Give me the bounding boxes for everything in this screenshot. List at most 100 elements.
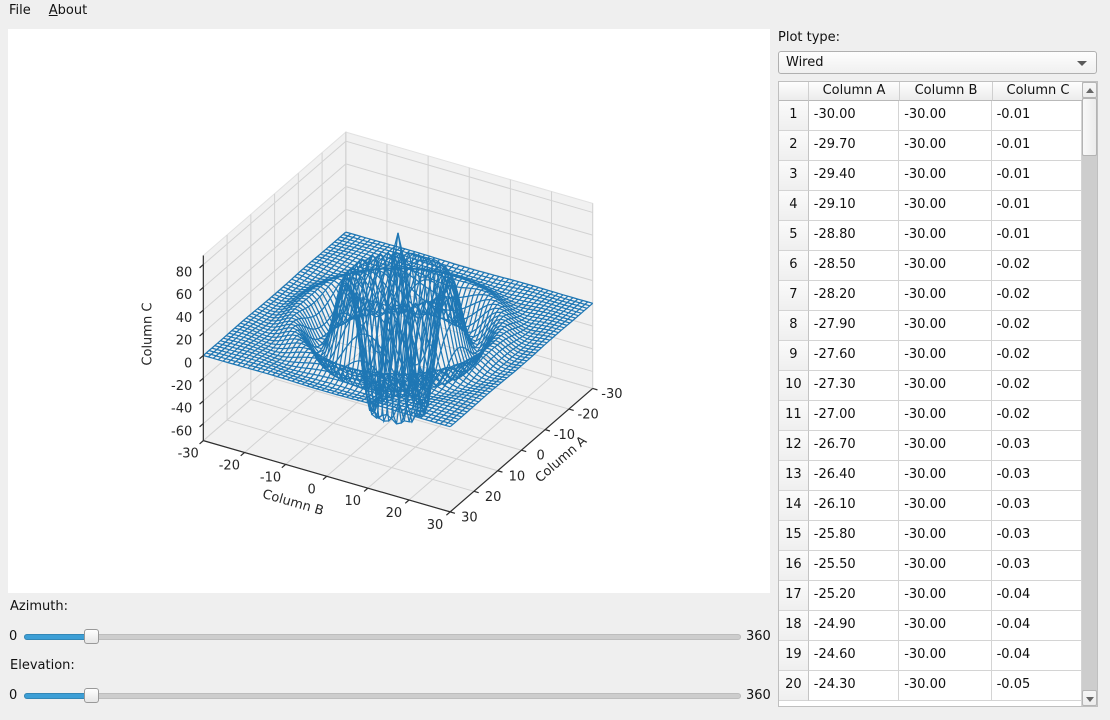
cell-column-a[interactable]: -27.00 xyxy=(809,401,899,431)
row-number[interactable]: 8 xyxy=(779,311,809,341)
row-number[interactable]: 2 xyxy=(779,131,809,161)
cell-column-b[interactable]: -30.00 xyxy=(899,311,991,341)
cell-column-b[interactable]: -30.00 xyxy=(899,131,991,161)
row-number[interactable]: 20 xyxy=(779,671,809,701)
cell-column-b[interactable]: -30.00 xyxy=(899,401,991,431)
cell-column-a[interactable]: -25.80 xyxy=(809,521,899,551)
cell-column-c[interactable]: -0.02 xyxy=(992,341,1082,371)
row-number[interactable]: 4 xyxy=(779,191,809,221)
cell-column-a[interactable]: -29.40 xyxy=(809,161,899,191)
row-number[interactable]: 15 xyxy=(779,521,809,551)
cell-column-b[interactable]: -30.00 xyxy=(899,461,991,491)
cell-column-c[interactable]: -0.03 xyxy=(992,461,1082,491)
table-row: 6-28.50-30.00-0.02 xyxy=(779,251,1082,281)
cell-column-b[interactable]: -30.00 xyxy=(899,521,991,551)
cell-column-c[interactable]: -0.01 xyxy=(992,101,1082,131)
scrollbar-thumb[interactable] xyxy=(1082,98,1097,156)
row-number[interactable]: 9 xyxy=(779,341,809,371)
cell-column-b[interactable]: -30.00 xyxy=(899,341,991,371)
cell-column-b[interactable]: -30.00 xyxy=(899,221,991,251)
row-number[interactable]: 14 xyxy=(779,491,809,521)
row-number[interactable]: 6 xyxy=(779,251,809,281)
cell-column-b[interactable]: -30.00 xyxy=(899,281,991,311)
cell-column-a[interactable]: -28.80 xyxy=(809,221,899,251)
cell-column-b[interactable]: -30.00 xyxy=(899,611,991,641)
cell-column-a[interactable]: -24.90 xyxy=(809,611,899,641)
menu-about[interactable]: About xyxy=(40,1,96,20)
cell-column-b[interactable]: -30.00 xyxy=(899,641,991,671)
row-number[interactable]: 7 xyxy=(779,281,809,311)
menu-file[interactable]: File xyxy=(0,1,40,20)
cell-column-a[interactable]: -27.60 xyxy=(809,341,899,371)
cell-column-c[interactable]: -0.01 xyxy=(992,131,1082,161)
cell-column-b[interactable]: -30.00 xyxy=(899,431,991,461)
row-number[interactable]: 17 xyxy=(779,581,809,611)
cell-column-c[interactable]: -0.03 xyxy=(992,551,1082,581)
row-number[interactable]: 1 xyxy=(779,101,809,131)
cell-column-c[interactable]: -0.05 xyxy=(992,671,1082,701)
cell-column-b[interactable]: -30.00 xyxy=(899,491,991,521)
row-number[interactable]: 11 xyxy=(779,401,809,431)
azimuth-slider[interactable] xyxy=(24,629,741,644)
cell-column-b[interactable]: -30.00 xyxy=(899,581,991,611)
table-corner-header[interactable] xyxy=(779,82,809,101)
cell-column-a[interactable]: -29.10 xyxy=(809,191,899,221)
cell-column-a[interactable]: -25.50 xyxy=(809,551,899,581)
cell-column-a[interactable]: -29.70 xyxy=(809,131,899,161)
cell-column-c[interactable]: -0.04 xyxy=(992,641,1082,671)
column-header-column-b[interactable]: Column B xyxy=(900,82,993,101)
cell-column-b[interactable]: -30.00 xyxy=(899,371,991,401)
cell-column-a[interactable]: -30.00 xyxy=(809,101,899,131)
row-number[interactable]: 5 xyxy=(779,221,809,251)
elevation-slider-track[interactable] xyxy=(24,693,741,699)
cell-column-b[interactable]: -30.00 xyxy=(899,191,991,221)
scroll-down-button[interactable] xyxy=(1082,690,1097,706)
cell-column-a[interactable]: -28.50 xyxy=(809,251,899,281)
cell-column-c[interactable]: -0.02 xyxy=(992,371,1082,401)
row-number[interactable]: 3 xyxy=(779,161,809,191)
cell-column-c[interactable]: -0.02 xyxy=(992,311,1082,341)
cell-column-c[interactable]: -0.01 xyxy=(992,161,1082,191)
cell-column-c[interactable]: -0.02 xyxy=(992,401,1082,431)
cell-column-c[interactable]: -0.02 xyxy=(992,281,1082,311)
scroll-up-button[interactable] xyxy=(1082,82,1097,98)
cell-column-b[interactable]: -30.00 xyxy=(899,161,991,191)
cell-column-a[interactable]: -26.70 xyxy=(809,431,899,461)
cell-column-c[interactable]: -0.03 xyxy=(992,491,1082,521)
cell-column-a[interactable]: -25.20 xyxy=(809,581,899,611)
column-header-column-c[interactable]: Column C xyxy=(993,82,1084,101)
cell-column-a[interactable]: -28.20 xyxy=(809,281,899,311)
cell-column-a[interactable]: -24.60 xyxy=(809,641,899,671)
cell-column-c[interactable]: -0.04 xyxy=(992,611,1082,641)
cell-column-a[interactable]: -26.10 xyxy=(809,491,899,521)
cell-column-c[interactable]: -0.03 xyxy=(992,521,1082,551)
cell-column-c[interactable]: -0.01 xyxy=(992,191,1082,221)
elevation-slider[interactable] xyxy=(24,688,741,703)
cell-column-a[interactable]: -26.40 xyxy=(809,461,899,491)
column-header-column-a[interactable]: Column A xyxy=(809,82,900,101)
elevation-slider-handle[interactable] xyxy=(84,688,99,703)
row-number[interactable]: 18 xyxy=(779,611,809,641)
plot-type-combobox[interactable]: Wired xyxy=(778,51,1097,74)
cell-column-c[interactable]: -0.02 xyxy=(992,251,1082,281)
row-number[interactable]: 10 xyxy=(779,371,809,401)
row-number[interactable]: 12 xyxy=(779,431,809,461)
cell-column-c[interactable]: -0.03 xyxy=(992,431,1082,461)
cell-column-c[interactable]: -0.01 xyxy=(992,221,1082,251)
cell-column-b[interactable]: -30.00 xyxy=(899,101,991,131)
cell-column-a[interactable]: -24.30 xyxy=(809,671,899,701)
cell-column-b[interactable]: -30.00 xyxy=(899,671,991,701)
row-number[interactable]: 16 xyxy=(779,551,809,581)
cell-column-a[interactable]: -27.90 xyxy=(809,311,899,341)
cell-column-b[interactable]: -30.00 xyxy=(899,251,991,281)
plot-3d[interactable]: -30-20-1001020303020100-10-20-30-60-40-2… xyxy=(8,29,770,593)
cell-column-a[interactable]: -27.30 xyxy=(809,371,899,401)
row-number[interactable]: 13 xyxy=(779,461,809,491)
azimuth-slider-handle[interactable] xyxy=(84,629,99,644)
table-scrollbar[interactable] xyxy=(1082,82,1097,706)
cell-column-b[interactable]: -30.00 xyxy=(899,551,991,581)
cell-column-c[interactable]: -0.04 xyxy=(992,581,1082,611)
row-number[interactable]: 19 xyxy=(779,641,809,671)
plot-3d-canvas[interactable]: -30-20-1001020303020100-10-20-30-60-40-2… xyxy=(8,29,770,593)
azimuth-slider-track[interactable] xyxy=(24,634,741,640)
